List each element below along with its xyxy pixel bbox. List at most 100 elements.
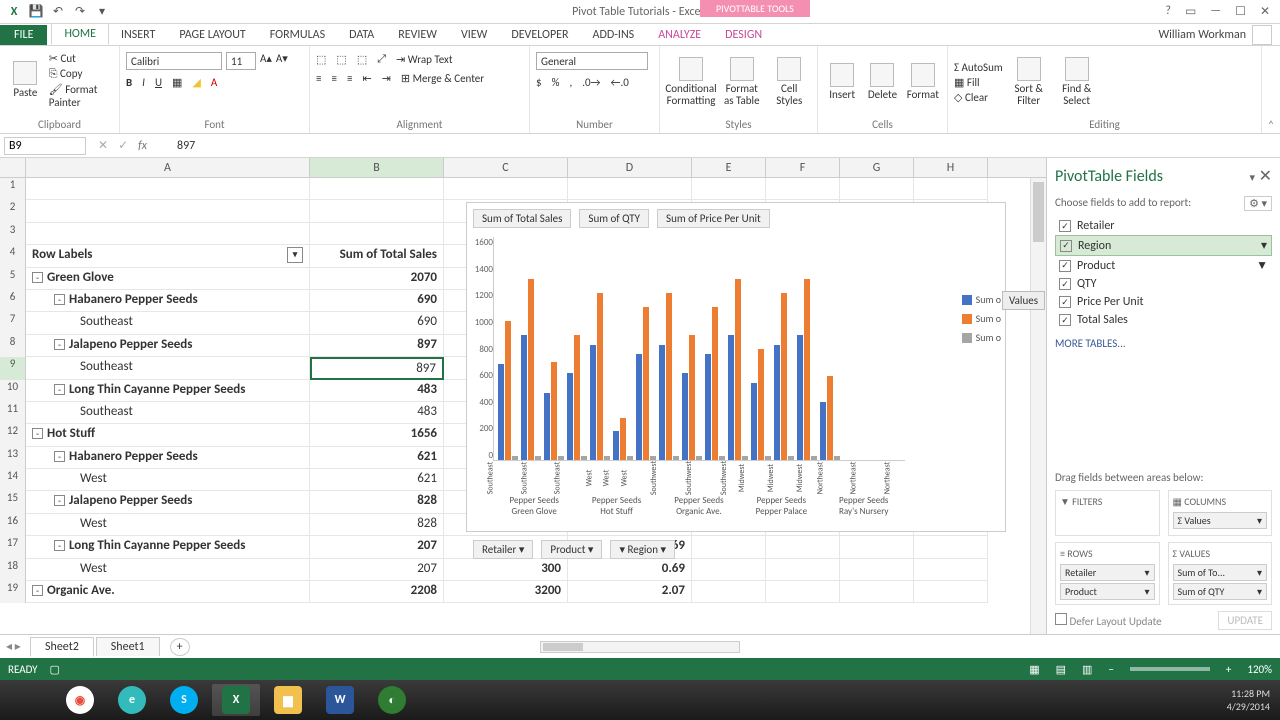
fx-icon[interactable]: fx [138, 139, 147, 153]
cell[interactable] [914, 559, 988, 581]
row-header[interactable]: 10 [0, 380, 26, 402]
field-checkbox[interactable]: ✓ [1059, 278, 1071, 290]
tab-insert[interactable]: INSERT [109, 25, 167, 45]
collapse-icon[interactable]: - [32, 428, 43, 439]
field-checkbox[interactable]: ✓ [1059, 296, 1071, 308]
decrease-decimal-icon[interactable]: ←.0 [611, 76, 629, 89]
ribbon-options-icon[interactable]: ▭ [1185, 4, 1196, 19]
align-top-icon[interactable]: ⬚ [316, 53, 326, 66]
new-sheet-button[interactable]: + [170, 638, 190, 656]
collapse-icon[interactable]: - [54, 384, 65, 395]
cell[interactable]: -Habanero Pepper Seeds [26, 290, 310, 312]
cell[interactable]: 2070 [310, 268, 444, 290]
cell[interactable]: -Green Glove [26, 268, 310, 290]
cell[interactable] [310, 200, 444, 222]
undo-icon[interactable]: ↶ [50, 4, 66, 20]
cell[interactable]: -Habanero Pepper Seeds [26, 447, 310, 469]
increase-decimal-icon[interactable]: .0→ [582, 76, 600, 89]
chart-button-sumtotal[interactable]: Sum of Total Sales [473, 209, 571, 228]
align-right-icon[interactable]: ≡ [347, 72, 352, 85]
field-price-per-unit[interactable]: ✓Price Per Unit [1055, 293, 1272, 311]
more-tables-link[interactable]: MORE TABLES... [1055, 337, 1272, 350]
row-header[interactable]: 7 [0, 312, 26, 334]
cell[interactable] [692, 178, 766, 200]
taskbar-excel[interactable]: X [212, 684, 260, 716]
system-tray[interactable]: 11:28 PM4/29/2014 [1227, 687, 1276, 713]
orientation-icon[interactable]: ⤢ [377, 52, 386, 66]
cell[interactable]: West [26, 469, 310, 491]
fields-layout-icon[interactable]: ⚙ ▾ [1244, 196, 1272, 211]
cell[interactable]: -Long Thin Cayanne Pepper Seeds [26, 380, 310, 402]
taskbar-skype[interactable]: S [160, 684, 208, 716]
field-total-sales[interactable]: ✓Total Sales [1055, 311, 1272, 329]
taskbar-chrome[interactable]: ◉ [56, 684, 104, 716]
collapse-ribbon-icon[interactable]: ˄ [1262, 46, 1280, 133]
cell[interactable] [914, 536, 988, 558]
cell[interactable]: 690 [310, 290, 444, 312]
cell[interactable] [26, 178, 310, 200]
tab-review[interactable]: REVIEW [386, 25, 449, 45]
cell[interactable]: 0.69 [568, 559, 692, 581]
row-header[interactable]: 2 [0, 200, 26, 222]
pivot-panel-close-icon[interactable]: ✕ [1259, 167, 1272, 186]
collapse-icon[interactable]: - [54, 495, 65, 506]
col-header-g[interactable]: G [840, 158, 914, 177]
taskbar-explorer[interactable]: ▆ [264, 684, 312, 716]
autosum-button[interactable]: Σ AutoSum [954, 61, 1003, 74]
cell[interactable]: 2.07 [568, 581, 692, 603]
cell-styles-button[interactable]: Cell Styles [768, 50, 812, 114]
chart-filter-product[interactable]: Product ▾ [541, 540, 602, 559]
shrink-font-icon[interactable]: A▾ [276, 52, 288, 70]
cell[interactable]: 483 [310, 402, 444, 424]
area-rows[interactable]: ≡ ROWS Retailer▾ Product▾ [1055, 542, 1160, 605]
cell[interactable]: Sum of Total Sales [310, 245, 444, 267]
row-header[interactable]: 17 [0, 536, 26, 558]
cell[interactable]: West [26, 514, 310, 536]
collapse-icon[interactable]: - [54, 339, 65, 350]
cell[interactable]: 3200 [444, 581, 568, 603]
account-name[interactable]: William Workman [1158, 25, 1280, 45]
align-center-icon[interactable]: ≡ [331, 72, 336, 85]
cell[interactable]: Row Labels▾ [26, 245, 310, 267]
area-item[interactable]: Sum of To...▾ [1173, 564, 1268, 581]
enter-formula-icon[interactable]: ✓ [118, 138, 128, 153]
save-icon[interactable]: 💾 [28, 4, 44, 20]
cell[interactable]: 690 [310, 312, 444, 334]
field-checkbox[interactable]: ✓ [1059, 260, 1071, 272]
tab-data[interactable]: DATA [337, 25, 386, 45]
cell[interactable] [840, 178, 914, 200]
cell[interactable]: -Jalapeno Pepper Seeds [26, 491, 310, 513]
area-item[interactable]: Retailer▾ [1060, 564, 1155, 581]
row-header[interactable]: 6 [0, 290, 26, 312]
field-product[interactable]: ✓Product▼ [1055, 256, 1272, 275]
percent-icon[interactable]: % [552, 76, 560, 89]
zoom-out-icon[interactable]: − [1108, 663, 1113, 676]
tab-analyze[interactable]: ANALYZE [646, 25, 713, 45]
paste-button[interactable]: Paste [6, 48, 45, 112]
cell[interactable] [914, 178, 988, 200]
cancel-formula-icon[interactable]: ✕ [98, 138, 108, 153]
cell[interactable]: 300 [444, 559, 568, 581]
filter-icon[interactable]: ▾ [287, 247, 303, 263]
cell[interactable]: 2208 [310, 581, 444, 603]
collapse-icon[interactable]: - [32, 585, 43, 596]
tab-developer[interactable]: DEVELOPER [499, 25, 580, 45]
clear-button[interactable]: ◇ Clear [954, 91, 1003, 104]
merge-center-button[interactable]: ⊞ Merge & Center [401, 72, 484, 85]
cut-button[interactable]: ✂ Cut [49, 52, 113, 65]
row-header[interactable]: 16 [0, 514, 26, 536]
tab-page-layout[interactable]: PAGE LAYOUT [167, 25, 257, 45]
delete-cells-button[interactable]: Delete [864, 50, 900, 114]
find-select-button[interactable]: Find & Select [1055, 50, 1099, 114]
pivot-panel-options-icon[interactable]: ▾ [1249, 171, 1255, 184]
format-as-table-button[interactable]: Format as Table [720, 50, 764, 114]
row-header[interactable]: 14 [0, 469, 26, 491]
taskbar-quickbooks[interactable]: ◐ [368, 684, 416, 716]
cell[interactable] [692, 536, 766, 558]
cell[interactable]: Southeast [26, 402, 310, 424]
field-checkbox[interactable]: ✓ [1060, 240, 1072, 252]
collapse-icon[interactable]: - [32, 272, 43, 283]
chart-filter-retailer[interactable]: Retailer ▾ [473, 540, 533, 559]
collapse-icon[interactable]: - [54, 540, 65, 551]
row-header[interactable]: 4 [0, 245, 26, 267]
